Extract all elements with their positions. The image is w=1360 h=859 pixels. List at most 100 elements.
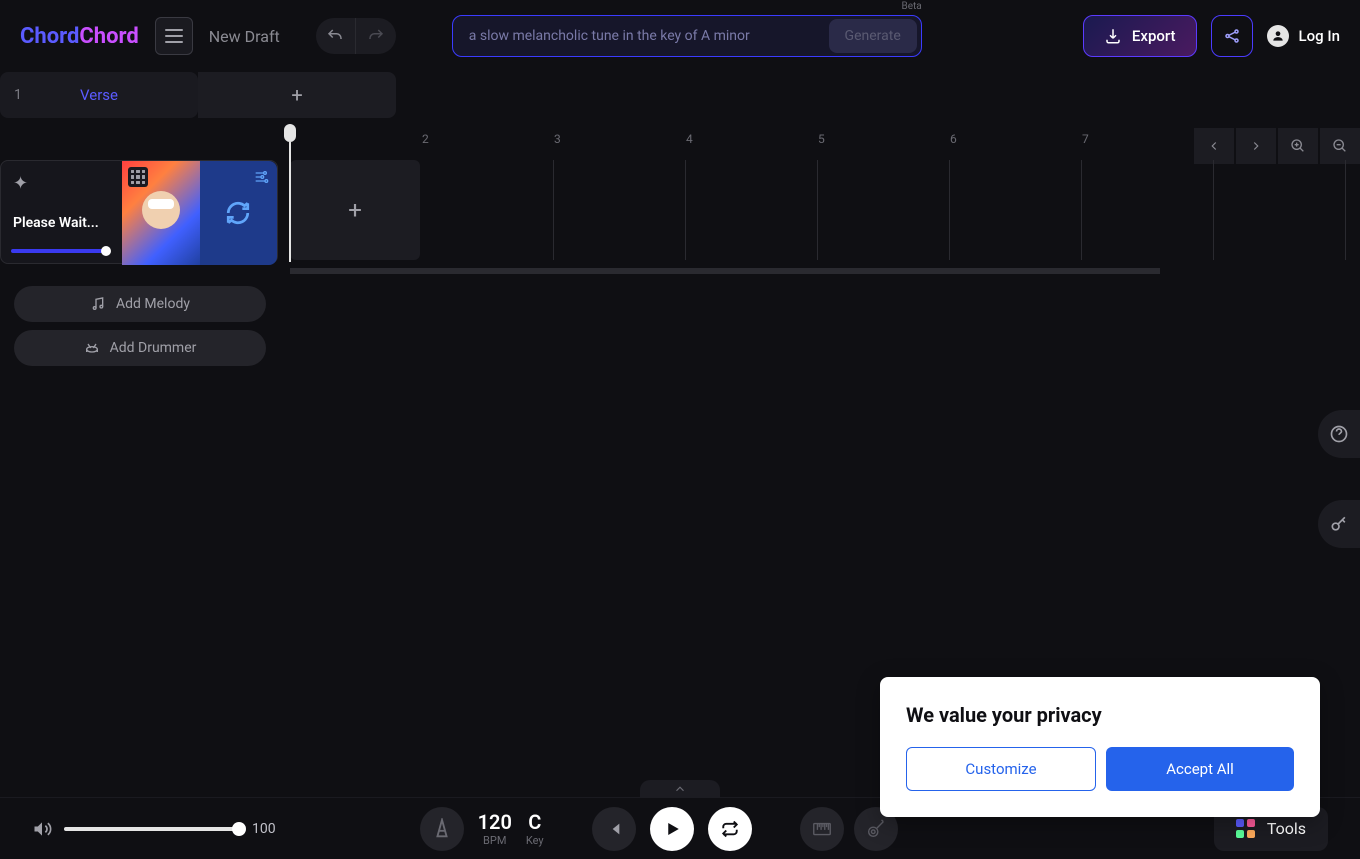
zoom-out-icon [1332,138,1348,154]
search-box: Generate [452,15,922,57]
logo[interactable]: ChordChord [20,24,139,49]
hamburger-line [165,35,183,37]
grid-line [1214,160,1346,260]
hamburger-line [165,41,183,43]
draft-title[interactable]: New Draft [209,27,280,46]
login-button[interactable]: Log In [1267,25,1340,47]
section-tabs: 1 Verse + [0,72,1360,118]
volume-slider[interactable] [64,827,240,831]
grid-line [950,160,1082,260]
track-sidebar: Please Wait... [0,160,280,264]
key-label: Key [526,834,544,847]
zoom-in-button[interactable] [1278,128,1318,164]
export-button[interactable]: Export [1083,15,1197,57]
track-image[interactable] [122,161,200,265]
download-icon [1104,27,1122,45]
zoom-in-icon [1290,138,1306,154]
guitar-icon [865,818,887,840]
key-value: C [528,810,541,834]
metronome-icon [431,818,453,840]
section-tab-verse[interactable]: 1 Verse [0,72,198,118]
expand-panel-button[interactable] [640,780,720,798]
drummer-icon [84,340,100,356]
undo-redo-group [316,18,396,54]
loading-spinner-icon [13,173,31,191]
add-drummer-label: Add Drummer [110,340,197,356]
playhead-line [289,142,291,262]
grid-icon[interactable] [128,167,148,187]
share-button[interactable] [1211,15,1253,57]
play-icon [663,820,681,838]
zoom-out-button[interactable] [1320,128,1360,164]
skip-back-button[interactable] [592,807,636,851]
settings-icon[interactable] [253,169,269,185]
section-number: 1 [14,87,22,103]
track-card[interactable]: Please Wait... [0,160,278,264]
nav-next-button[interactable] [1236,128,1276,164]
playback-controls [592,807,752,851]
piano-button[interactable] [800,807,844,851]
help-icon [1329,424,1349,444]
redo-icon [367,27,385,45]
cookie-accept-button[interactable]: Accept All [1106,747,1294,791]
play-button[interactable] [650,807,694,851]
ruler-mark: 2 [422,132,429,146]
ruler-mark: 3 [554,132,561,146]
bpm-value: 120 [478,810,512,834]
timeline-nav [1194,128,1360,164]
grid-line [1082,160,1214,260]
ruler-mark: 4 [686,132,693,146]
tools-grid-icon [1236,819,1255,838]
grid-line [422,160,554,260]
help-button[interactable] [1318,410,1360,458]
login-label: Log In [1299,27,1340,45]
loop-button[interactable] [708,807,752,851]
logo-part1: Chord [20,24,79,49]
ruler-mark: 5 [818,132,825,146]
menu-button[interactable] [155,17,193,55]
playhead[interactable] [284,124,296,142]
track-regenerate-button[interactable] [200,161,277,265]
grid-line [818,160,950,260]
key-panel-button[interactable] [1318,500,1360,548]
bpm-label: BPM [483,834,506,847]
volume-icon[interactable] [32,819,52,839]
add-chord-block[interactable]: + [290,160,420,260]
key-control[interactable]: C Key [526,810,544,847]
nav-prev-button[interactable] [1194,128,1234,164]
generate-button[interactable]: Generate [829,19,917,53]
melody-icon [90,296,106,312]
undo-button[interactable] [316,18,356,54]
prompt-input[interactable] [469,28,829,44]
add-drummer-button[interactable]: Add Drummer [14,330,266,366]
logo-part2: Chord [79,24,138,49]
cookie-banner: We value your privacy Customize Accept A… [880,677,1320,817]
track-volume-slider[interactable] [11,249,107,253]
tempo-controls: 120 BPM C Key [420,807,544,851]
grid-line [686,160,818,260]
add-section-button[interactable]: + [198,72,396,118]
ruler-mark: 7 [1082,132,1089,146]
export-label: Export [1132,27,1176,45]
section-name: Verse [80,86,118,104]
chevron-right-icon [1249,139,1263,153]
beta-badge: Beta [902,1,922,12]
redo-button[interactable] [356,18,396,54]
scroll-indicator[interactable] [290,268,1160,274]
undo-icon [326,27,344,45]
bpm-control[interactable]: 120 BPM [478,810,512,847]
loop-icon [721,820,739,838]
metronome-button[interactable] [420,807,464,851]
add-track-buttons: Add Melody Add Drummer [0,286,1360,366]
person-icon [1271,29,1285,43]
cookie-customize-button[interactable]: Customize [906,747,1096,791]
chevron-left-icon [1207,139,1221,153]
header-right: Export Log In [1083,15,1340,57]
add-melody-button[interactable]: Add Melody [14,286,266,322]
refresh-icon [225,200,251,226]
tracks-area: Please Wait... + [0,160,1360,264]
volume-control: 100 [32,819,276,839]
track-timeline[interactable]: + [290,160,1360,264]
ruler-mark: 6 [950,132,957,146]
hamburger-line [165,29,183,31]
